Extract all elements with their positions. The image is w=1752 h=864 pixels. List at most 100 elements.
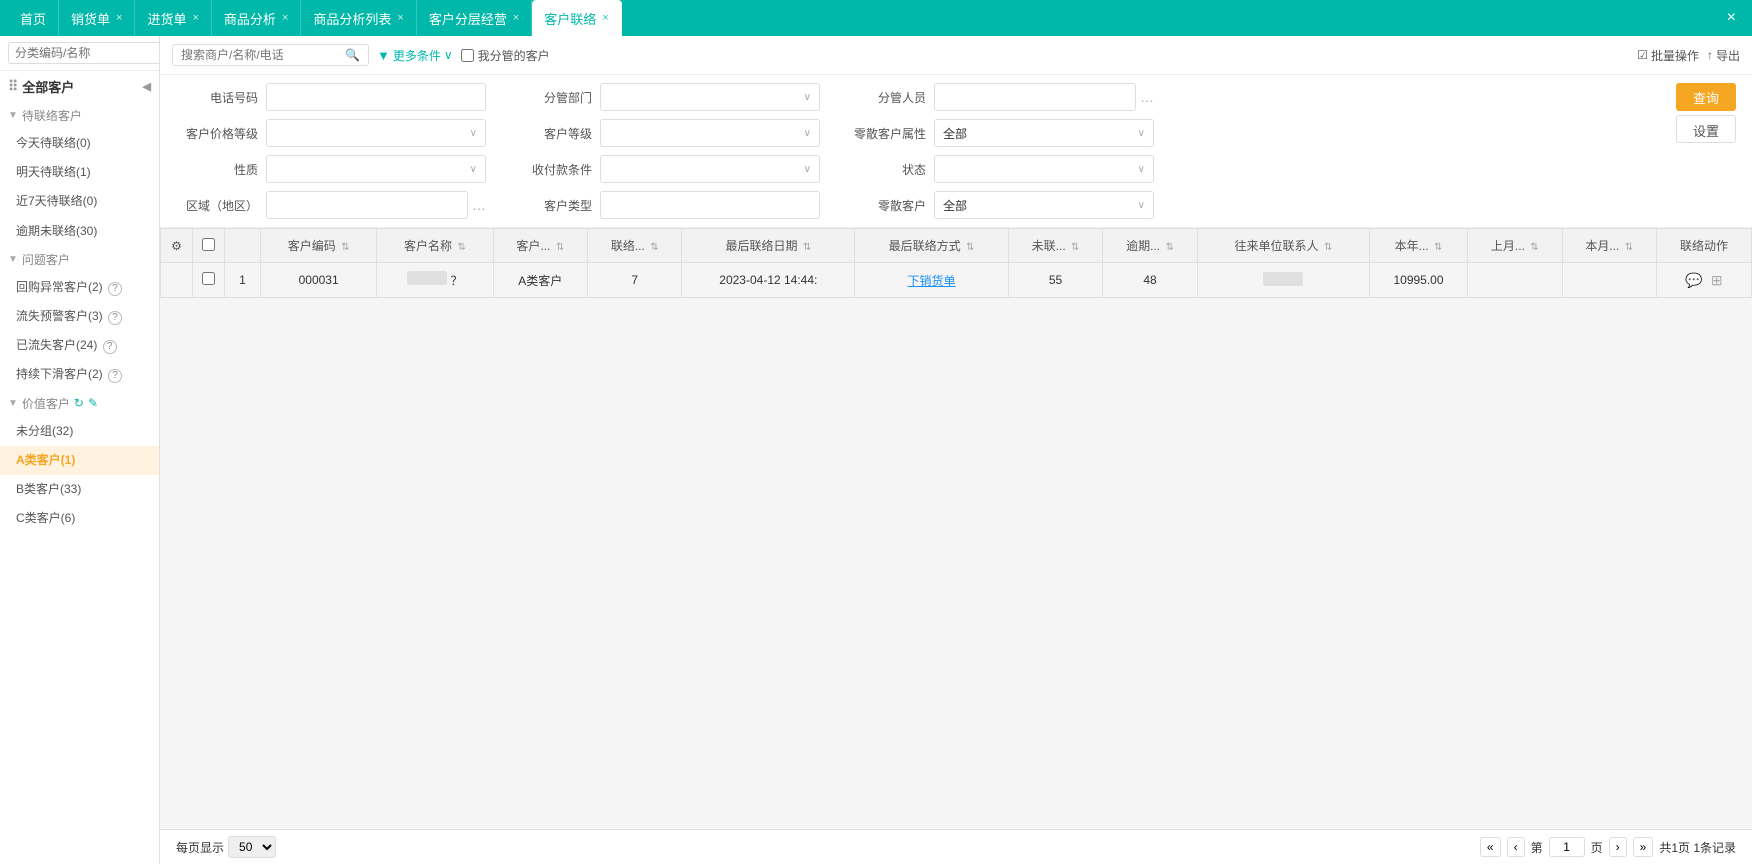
col-header-last-month[interactable]: 上月... ⇅	[1468, 229, 1562, 263]
filter-search-input[interactable]	[181, 48, 341, 62]
cell-last-contact-method[interactable]: 下销货单	[855, 263, 1009, 298]
nav-tab-purchase[interactable]: 进货单 ×	[135, 0, 211, 36]
col-header-this-month[interactable]: 本月... ⇅	[1562, 229, 1656, 263]
sidebar-all-customers[interactable]: ⠿ 全部客户 ◀	[0, 71, 159, 102]
close-icon[interactable]: ×	[282, 12, 288, 24]
last-page-button[interactable]: »	[1633, 837, 1654, 857]
cell-settings	[161, 263, 193, 298]
filter-input-person[interactable]	[934, 83, 1136, 111]
sidebar-item-b-class[interactable]: B类客户(33)	[0, 475, 159, 504]
page-label: 第	[1531, 839, 1543, 856]
chevron-down-icon: ∨	[1138, 200, 1145, 211]
my-customers-checkbox[interactable]	[461, 49, 474, 62]
col-header-this-year[interactable]: 本年... ⇅	[1369, 229, 1467, 263]
per-page-select[interactable]: 50	[228, 836, 276, 858]
sidebar-item-overdue[interactable]: 逾期未联络(30)	[0, 217, 159, 246]
more-conditions-button[interactable]: ▼ 更多条件 ∨	[377, 47, 453, 64]
cell-no-contact: 55	[1008, 263, 1102, 298]
col-header-last-contact-method[interactable]: 最后联络方式 ⇅	[855, 229, 1009, 263]
sort-icon: ⇅	[1530, 242, 1538, 253]
cell-last-month	[1468, 263, 1562, 298]
cell-checkbox[interactable]	[193, 263, 225, 298]
filter-label-nature: 性质	[176, 161, 266, 178]
chat-icon[interactable]: 💬	[1685, 272, 1702, 289]
table-scroll-area[interactable]: ⚙ 客户编码 ⇅ 客户名称 ⇅ 客户... ⇅	[160, 228, 1752, 829]
filter-select-customer-level[interactable]: ∨	[600, 119, 820, 147]
page-input[interactable]	[1549, 837, 1585, 857]
sidebar-item-a-class[interactable]: A类客户(1)	[0, 446, 159, 475]
col-header-type[interactable]: 客户... ⇅	[493, 229, 587, 263]
more-icon[interactable]: …	[472, 197, 486, 213]
sidebar-item-c-class[interactable]: C类客户(6)	[0, 504, 159, 533]
sidebar-search-input[interactable]	[8, 42, 160, 64]
filter-actions: ☑ 批量操作 ↑ 导出	[1637, 47, 1740, 64]
sidebar-group-value[interactable]: ▼ 价值客户 ↻ ✎	[0, 390, 159, 417]
batch-operations-button[interactable]: ☑ 批量操作	[1637, 47, 1699, 64]
sidebar-group-pending[interactable]: ▼ 待联络客户	[0, 102, 159, 129]
sidebar: 🔍 ⠿ 全部客户 ◀ ▼ 待联络客户 今天待联络(0) 明天待联络(1) 近7天…	[0, 36, 160, 864]
sort-icon: ⇅	[457, 242, 465, 253]
cell-action: 💬 ⊞	[1656, 263, 1751, 298]
nav-tab-home[interactable]: 首页	[8, 0, 59, 36]
col-header-overdue[interactable]: 逾期... ⇅	[1103, 229, 1197, 263]
filter-select-dept[interactable]: ∨	[600, 83, 820, 111]
col-header-last-contact-date[interactable]: 最后联络日期 ⇅	[682, 229, 855, 263]
filter-label-dept: 分管部门	[510, 89, 600, 106]
filter-select-price-level[interactable]: ∨	[266, 119, 486, 147]
export-button[interactable]: ↑ 导出	[1707, 47, 1740, 64]
edit-icon[interactable]: ✎	[88, 396, 98, 410]
sidebar-item-declining[interactable]: 持续下滑客户(2) ?	[0, 360, 159, 389]
app-close-button[interactable]: ×	[1719, 5, 1744, 31]
close-icon[interactable]: ×	[397, 12, 403, 24]
col-header-no-contact[interactable]: 未联... ⇅	[1008, 229, 1102, 263]
col-header-code[interactable]: 客户编码 ⇅	[261, 229, 377, 263]
select-all-checkbox[interactable]	[202, 238, 215, 251]
sidebar-item-today[interactable]: 今天待联络(0)	[0, 129, 159, 158]
sort-icon: ⇅	[650, 242, 658, 253]
close-icon[interactable]: ×	[116, 12, 122, 24]
next-page-button[interactable]: ›	[1609, 837, 1627, 857]
sidebar-item-rebuy-abnormal[interactable]: 回购异常客户(2) ?	[0, 273, 159, 302]
close-icon[interactable]: ×	[192, 12, 198, 24]
sidebar-item-7days[interactable]: 近7天待联络(0)	[0, 187, 159, 216]
sidebar-item-tomorrow[interactable]: 明天待联络(1)	[0, 158, 159, 187]
link-last-contact-method[interactable]: 下销货单	[908, 274, 956, 288]
settings-button[interactable]: 设置	[1676, 115, 1736, 143]
nav-tab-product-analysis-list[interactable]: 商品分析列表 ×	[301, 0, 416, 36]
first-page-button[interactable]: «	[1480, 837, 1501, 857]
filter-input-region[interactable]	[266, 191, 468, 219]
sidebar-item-ungrouped[interactable]: 未分组(32)	[0, 417, 159, 446]
filter-select-payment[interactable]: ∨	[600, 155, 820, 183]
help-icon: ?	[108, 311, 122, 325]
more-icon[interactable]: …	[1140, 89, 1154, 105]
grid-icon[interactable]: ⊞	[1711, 272, 1723, 289]
col-header-name[interactable]: 客户名称 ⇅	[377, 229, 493, 263]
collapse-icon[interactable]: ◀	[143, 80, 151, 93]
query-button[interactable]: 查询	[1676, 83, 1736, 111]
prev-page-button[interactable]: ‹	[1507, 837, 1525, 857]
nav-tab-sales[interactable]: 销货单 ×	[59, 0, 135, 36]
nav-tab-customer-contact[interactable]: 客户联络 ×	[532, 0, 621, 36]
filter-select-status[interactable]: ∨	[934, 155, 1154, 183]
pagination-area: « ‹ 第 页 › » 共1页 1条记录	[1480, 837, 1736, 857]
close-icon[interactable]: ×	[602, 12, 608, 24]
nav-tab-product-analysis[interactable]: 商品分析 ×	[212, 0, 301, 36]
filter-select-nature[interactable]: ∨	[266, 155, 486, 183]
sidebar-item-churn-warning[interactable]: 流失预警客户(3) ?	[0, 302, 159, 331]
row-checkbox[interactable]	[202, 272, 215, 285]
nav-tab-customer-tier[interactable]: 客户分层经营 ×	[417, 0, 532, 36]
filter-select-retail-attr[interactable]: 全部 ∨	[934, 119, 1154, 147]
col-header-contact[interactable]: 联络... ⇅	[587, 229, 681, 263]
filter-input-customer-type[interactable]	[600, 191, 820, 219]
close-icon[interactable]: ×	[513, 12, 519, 24]
col-header-checkbox[interactable]	[193, 229, 225, 263]
sidebar-item-churned[interactable]: 已流失客户(24) ?	[0, 331, 159, 360]
filter-select-retail-customer[interactable]: 全部 ∨	[934, 191, 1154, 219]
sort-icon: ⇅	[803, 242, 811, 253]
col-header-company-contact[interactable]: 往来单位联系人 ⇅	[1197, 229, 1369, 263]
col-header-settings[interactable]: ⚙	[161, 229, 193, 263]
sidebar-group-problem[interactable]: ▼ 问题客户	[0, 246, 159, 273]
search-icon[interactable]: 🔍	[345, 48, 360, 62]
refresh-icon[interactable]: ↻	[74, 396, 84, 410]
filter-input-phone[interactable]	[266, 83, 486, 111]
